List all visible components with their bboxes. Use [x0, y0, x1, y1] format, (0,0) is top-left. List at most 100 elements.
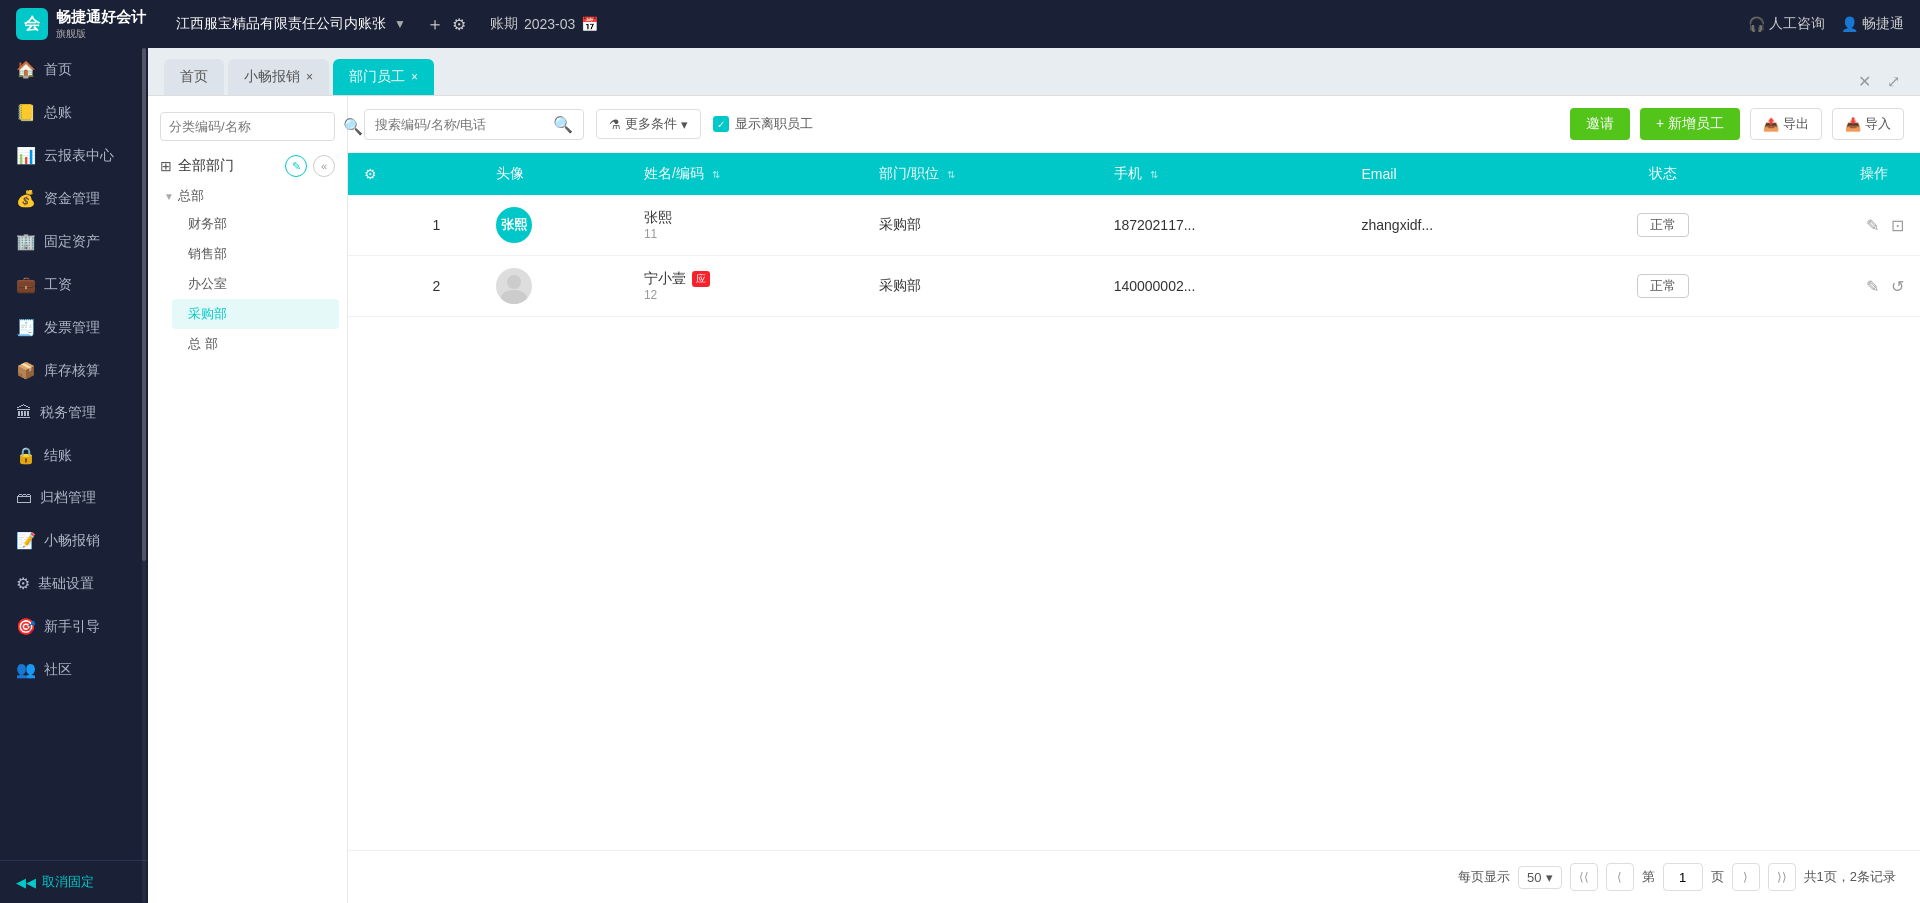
- add-employee-button[interactable]: + 新增员工: [1640, 108, 1740, 140]
- tab-dept-employee[interactable]: 部门员工 ×: [333, 59, 434, 95]
- sidebar-item-expense[interactable]: 📝 小畅报销: [0, 519, 148, 562]
- dept-tree-item-purchase[interactable]: 采购部: [172, 299, 339, 329]
- chevron-down-icon: ▼: [394, 17, 406, 31]
- pagination-bar: 每页显示 50 ▾ ⟨⟨ ⟨ 第 页 ⟩ ⟩⟩ 共1页，2条记录: [348, 850, 1920, 903]
- sidebar-item-archive[interactable]: 🗃 归档管理: [0, 477, 148, 519]
- export-button[interactable]: 📤 导出: [1750, 108, 1822, 140]
- all-dept-grid-icon: ⊞: [160, 158, 172, 174]
- tab-expense-close-icon[interactable]: ×: [306, 70, 313, 84]
- sidebar-item-label: 工资: [44, 276, 72, 294]
- tab-dept-employee-close-icon[interactable]: ×: [411, 70, 418, 84]
- dept-edit-button[interactable]: ✎: [285, 155, 307, 177]
- gear-icon: ⚙: [16, 574, 30, 593]
- sidebar-item-settings[interactable]: ⚙ 基础设置: [0, 562, 148, 605]
- row-phone: 187202117...: [1098, 195, 1346, 256]
- salary-icon: 💼: [16, 275, 36, 294]
- employee-data-table: ⚙ 头像 姓名/编码 ⇅ 部门/职位 ⇅: [348, 153, 1920, 317]
- dept-tree-item-office[interactable]: 办公室: [172, 269, 339, 299]
- sidebar-item-label: 固定资产: [44, 233, 100, 251]
- sidebar-item-reports[interactable]: 📊 云报表中心: [0, 134, 148, 177]
- sidebar-item-guide[interactable]: 🎯 新手引导: [0, 605, 148, 648]
- edit-employee-icon[interactable]: ✎: [1866, 216, 1879, 235]
- dept-item-label: 销售部: [188, 246, 227, 261]
- community-icon: 👥: [16, 660, 36, 679]
- sidebar: 🏠 首页 📒 总账 📊 云报表中心 💰 资金管理 🏢 固定资产 💼 工资 🧾 发…: [0, 48, 148, 903]
- settings-icon[interactable]: ⚙: [452, 15, 466, 34]
- row-email: zhangxidf...: [1346, 195, 1572, 256]
- logout-employee-icon[interactable]: ⊡: [1891, 216, 1904, 235]
- top-header: 会 畅捷通好会计 旗舰版 江西服宝精品有限责任公司内账张 ▼ ＋ ⚙ 账期 20…: [0, 0, 1920, 48]
- first-page-button[interactable]: ⟨⟨: [1570, 863, 1598, 891]
- row-status: 正常: [1571, 195, 1754, 256]
- employee-panel: 🔍 ⚗ 更多条件 ▾ ✓ 显示离职员工 邀请: [348, 96, 1920, 903]
- invite-button[interactable]: 邀请: [1570, 108, 1630, 140]
- chevron-down-icon: ▾: [681, 117, 688, 132]
- employee-search-input[interactable]: [375, 117, 547, 132]
- window-expand-icon[interactable]: ⤢: [1883, 68, 1904, 95]
- show-resigned-toggle[interactable]: ✓ 显示离职员工: [713, 115, 813, 133]
- sidebar-item-community[interactable]: 👥 社区: [0, 648, 148, 691]
- dept-search-box[interactable]: 🔍: [160, 112, 335, 141]
- sidebar-item-label: 税务管理: [40, 404, 96, 422]
- di-label: 第: [1642, 868, 1655, 886]
- add-company-button[interactable]: ＋: [426, 12, 444, 36]
- sidebar-item-funds[interactable]: 💰 资金管理: [0, 177, 148, 220]
- calendar-icon[interactable]: 📅: [581, 16, 598, 32]
- all-dept-header[interactable]: ⊞ 全部部门 ✎ «: [148, 149, 347, 183]
- sort-icon: ⇅: [947, 169, 955, 180]
- support-button[interactable]: 🎧 人工咨询: [1748, 15, 1825, 33]
- sidebar-item-tax[interactable]: 🏛 税务管理: [0, 392, 148, 434]
- tab-home[interactable]: 首页: [164, 59, 224, 95]
- table-header-dept[interactable]: 部门/职位 ⇅: [863, 153, 1098, 195]
- page-number-input[interactable]: [1663, 863, 1703, 891]
- table-header-actions: 操作: [1754, 153, 1920, 195]
- row-status: 正常: [1571, 256, 1754, 317]
- dept-collapse-button[interactable]: «: [313, 155, 335, 177]
- dept-tree-item-sales[interactable]: 销售部: [172, 239, 339, 269]
- table-header-email: Email: [1346, 153, 1572, 195]
- logo-area: 会 畅捷通好会计 旗舰版: [16, 8, 164, 41]
- sidebar-item-label: 结账: [44, 447, 72, 465]
- sidebar-item-home[interactable]: 🏠 首页: [0, 48, 148, 91]
- sidebar-item-invoice[interactable]: 🧾 发票管理: [0, 306, 148, 349]
- dept-tree-item-hq[interactable]: 总 部: [172, 329, 339, 359]
- page-content: 🔍 ⊞ 全部部门 ✎ « ▼: [148, 96, 1920, 903]
- dept-page: 🔍 ⊞ 全部部门 ✎ « ▼: [148, 96, 1920, 903]
- last-page-button[interactable]: ⟩⟩: [1768, 863, 1796, 891]
- dept-tree-item-finance[interactable]: 财务部: [172, 209, 339, 239]
- user-avatar[interactable]: 👤 畅捷通: [1841, 15, 1904, 33]
- prev-page-button[interactable]: ⟨: [1606, 863, 1634, 891]
- row-email: [1346, 256, 1572, 317]
- row-settings-cell: [348, 256, 393, 317]
- table-header-name-code[interactable]: 姓名/编码 ⇅: [628, 153, 863, 195]
- employee-search-box[interactable]: 🔍: [364, 109, 584, 140]
- row-avatar-cell: [480, 256, 628, 317]
- sidebar-item-label: 发票管理: [44, 319, 100, 337]
- edit-employee-icon[interactable]: ✎: [1866, 277, 1879, 296]
- dept-search-input[interactable]: [169, 119, 337, 134]
- show-resigned-checkbox[interactable]: ✓: [713, 116, 729, 132]
- sidebar-item-ledger[interactable]: 📒 总账: [0, 91, 148, 134]
- tab-expense-label: 小畅报销: [244, 68, 300, 86]
- more-filter-button[interactable]: ⚗ 更多条件 ▾: [596, 109, 701, 139]
- tab-expense[interactable]: 小畅报销 ×: [228, 59, 329, 95]
- import-button[interactable]: 📥 导入: [1832, 108, 1904, 140]
- dept-tree: ▼ 总部 财务部 销售部 办公室: [148, 183, 347, 359]
- sidebar-item-close[interactable]: 🔒 结账: [0, 434, 148, 477]
- table-header-settings[interactable]: ⚙: [348, 153, 393, 195]
- dept-tree-item-parent[interactable]: ▼ 总部: [156, 183, 339, 209]
- unpin-button[interactable]: ◀◀ 取消固定: [0, 860, 148, 903]
- user-icon: 👤: [1841, 16, 1858, 32]
- dept-panel: 🔍 ⊞ 全部部门 ✎ « ▼: [148, 96, 348, 903]
- next-page-button[interactable]: ⟩: [1732, 863, 1760, 891]
- page-size-select[interactable]: 50 ▾: [1518, 866, 1561, 889]
- reports-icon: 📊: [16, 146, 36, 165]
- window-close-icon[interactable]: ✕: [1854, 68, 1875, 95]
- refresh-employee-icon[interactable]: ↺: [1891, 277, 1904, 296]
- row-phone: 140000002...: [1098, 256, 1346, 317]
- table-header-phone[interactable]: 手机 ⇅: [1098, 153, 1346, 195]
- sidebar-item-inventory[interactable]: 📦 库存核算: [0, 349, 148, 392]
- sidebar-item-salary[interactable]: 💼 工资: [0, 263, 148, 306]
- company-selector[interactable]: 江西服宝精品有限责任公司内账张 ▼: [164, 15, 418, 33]
- sidebar-item-assets[interactable]: 🏢 固定资产: [0, 220, 148, 263]
